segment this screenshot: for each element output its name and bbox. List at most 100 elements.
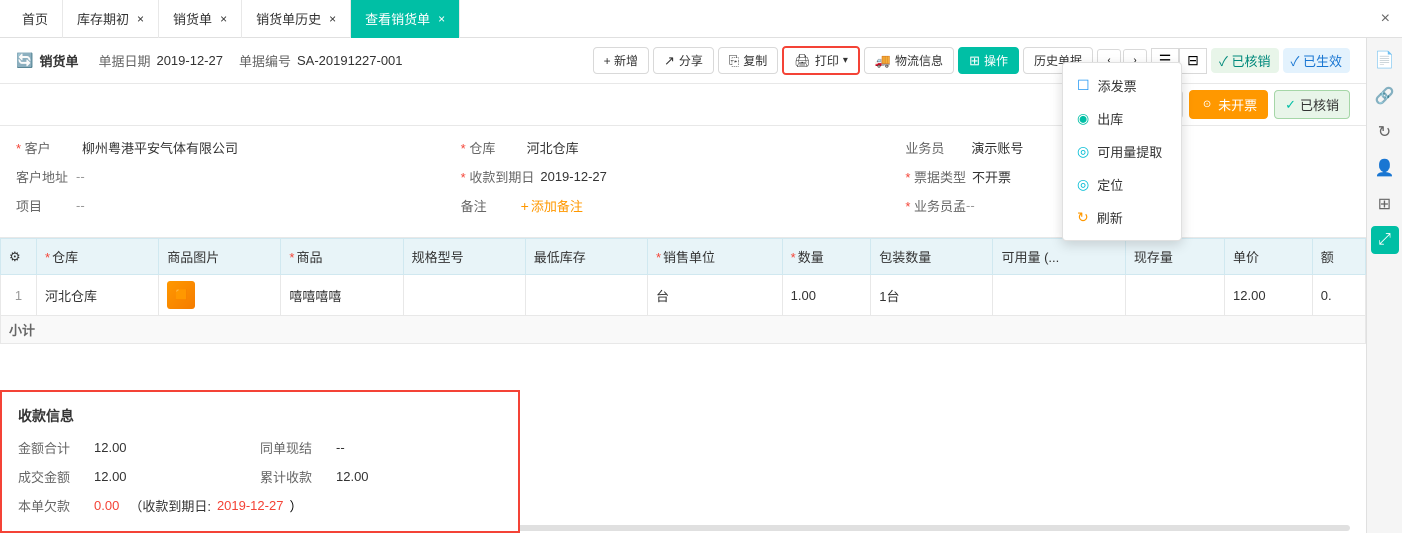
close-icon[interactable]: × [220, 12, 227, 26]
project-value: -- [76, 198, 85, 213]
tab-inventory-init[interactable]: 库存期初 × [63, 0, 159, 38]
col-min-stock: 最低库存 [525, 239, 647, 275]
document-icon: 🔄 [16, 52, 33, 69]
tab-home[interactable]: 首页 [8, 0, 63, 38]
tab-view-sales[interactable]: 查看销货单 × [351, 0, 460, 38]
add-button[interactable]: + 新增 [593, 47, 649, 74]
verified-button[interactable]: ✓ 已核销 [1274, 90, 1350, 119]
address-value: -- [76, 169, 85, 184]
not-invoiced-button[interactable]: ⊙ 未开票 [1189, 90, 1268, 119]
due-date-label: * 收款到期日 [461, 167, 535, 186]
table-header-row: ⚙ *仓库 商品图片 *商品 规格型号 最低库存 *销售单位 *数量 包装数量 … [1, 239, 1366, 275]
outbound-icon: ◉ [1077, 110, 1089, 127]
payment-owed-row: 本单欠款 0.00 （收款到期日: 2019-12-27） [18, 494, 502, 517]
col-current: 现存量 [1125, 239, 1224, 275]
document-title: 销货单 [39, 51, 78, 70]
sidebar-expand-icon[interactable]: ⤢ [1371, 226, 1399, 254]
subtotal-label: 小计 [1, 316, 1366, 344]
number-value: SA-20191227-001 [297, 53, 403, 68]
col-image: 商品图片 [159, 239, 281, 275]
row-number: 1 [1, 275, 37, 316]
add-note-button[interactable]: + 添加备注 [521, 196, 583, 215]
owed-value: 0.00 [94, 498, 119, 513]
operations-button[interactable]: ⊞ 操作 [958, 47, 1019, 74]
dropdown-refresh[interactable]: ↻ 刷新 [1063, 201, 1181, 234]
row-spec [403, 275, 525, 316]
meta-date: 单据日期 2019-12-27 [98, 51, 223, 70]
copy-button[interactable]: ⎘ 复制 [718, 47, 778, 74]
available-extract-icon: ◎ [1077, 143, 1089, 160]
sidebar-refresh-icon[interactable]: ↻ [1371, 118, 1399, 146]
tab-bar: 首页 库存期初 × 销货单 × 销货单历史 × 查看销货单 × × [0, 0, 1402, 38]
print-icon: 🖨 [794, 53, 811, 69]
row-pack-qty: 1台 [871, 275, 993, 316]
grid-view-button[interactable]: ⊟ [1179, 48, 1207, 74]
available-extract-label: 可用量提取 [1097, 142, 1162, 161]
deal-value: 12.00 [94, 469, 127, 484]
close-icon[interactable]: × [329, 12, 336, 26]
right-sidebar: 📄 🔗 ↻ 👤 ⊞ ⤢ [1366, 38, 1402, 533]
warehouse-field: * 仓库 河北仓库 [461, 138, 906, 157]
row-current [1125, 275, 1224, 316]
deal-label: 成交金额 [18, 467, 88, 486]
col-spec: 规格型号 [403, 239, 525, 275]
logistics-icon: 🚚 [875, 53, 891, 69]
row-image: 🟧 [159, 275, 281, 316]
note-label: 备注 [461, 196, 521, 215]
sidebar-user-icon[interactable]: 👤 [1371, 154, 1399, 182]
not-invoiced-icon: ⊙ [1200, 98, 1214, 112]
operations-icon: ⊞ [969, 53, 980, 69]
share-button[interactable]: ↗ 分享 [653, 47, 714, 74]
col-warehouse: *仓库 [37, 239, 159, 275]
locate-label: 定位 [1097, 175, 1123, 194]
logistics-button[interactable]: 🚚 物流信息 [864, 47, 954, 74]
total-value: 12.00 [94, 440, 127, 455]
same-settle-value: -- [336, 440, 345, 455]
customer-label: * 客户 [16, 138, 76, 157]
col-quantity: *数量 [782, 239, 871, 275]
col-product: *商品 [281, 239, 403, 275]
warehouse-label: * 仓库 [461, 138, 521, 157]
dropdown-locate[interactable]: ◎ 定位 [1063, 168, 1181, 201]
close-icon[interactable]: × [137, 12, 144, 26]
tab-sales-order[interactable]: 销货单 × [159, 0, 242, 38]
row-unit: 台 [647, 275, 782, 316]
subtotal-row: 小计 [1, 316, 1366, 344]
table-container: ⚙ *仓库 商品图片 *商品 规格型号 最低库存 *销售单位 *数量 包装数量 … [0, 238, 1366, 344]
customer-field: * 客户 柳州粤港平安气体有限公司 [16, 138, 461, 157]
product-table: ⚙ *仓库 商品图片 *商品 规格型号 最低库存 *销售单位 *数量 包装数量 … [0, 238, 1366, 344]
dropdown-outbound[interactable]: ◉ 出库 [1063, 102, 1181, 135]
sidebar-table-icon[interactable]: ⊞ [1371, 190, 1399, 218]
document-meta: 单据日期 2019-12-27 单据编号 SA-20191227-001 [98, 51, 592, 70]
tab-label: 销货单历史 [256, 9, 321, 28]
sidebar-link-icon[interactable]: 🔗 [1371, 82, 1399, 110]
project-label: 项目 [16, 196, 76, 215]
owed-label: 本单欠款 [18, 496, 88, 515]
print-button[interactable]: 🖨 打印 ▾ [782, 46, 860, 75]
window-close-button[interactable]: × [1381, 10, 1390, 28]
add-invoice-label: 添发票 [1098, 76, 1137, 95]
col-amount: 额 [1312, 239, 1365, 275]
add-note-label: 添加备注 [531, 196, 583, 215]
sidebar-document-icon[interactable]: 📄 [1371, 46, 1399, 74]
payment-grid: 金额合计 12.00 同单现结 -- 成交金额 12.00 累计收款 12.00 [18, 436, 502, 517]
dropdown-add-invoice[interactable]: ☐ 添发票 [1063, 69, 1181, 102]
payment-info-box: 收款信息 金额合计 12.00 同单现结 -- 成交金额 12.00 [0, 390, 520, 533]
close-icon[interactable]: × [438, 12, 445, 26]
payment-title: 收款信息 [18, 406, 502, 426]
due-date-field: * 收款到期日 2019-12-27 [461, 167, 906, 186]
warehouse-value: 河北仓库 [527, 138, 579, 157]
settings-icon[interactable]: ⚙ [9, 249, 21, 264]
same-settle-label: 同单现结 [260, 438, 330, 457]
col-price: 单价 [1225, 239, 1313, 275]
tab-label: 库存期初 [77, 9, 129, 28]
copy-icon: ⎘ [729, 53, 739, 69]
tab-label: 查看销货单 [365, 9, 430, 28]
col-pack-qty: 包装数量 [871, 239, 993, 275]
dropdown-available-extract[interactable]: ◎ 可用量提取 [1063, 135, 1181, 168]
col-available: 可用量 (... [993, 239, 1125, 275]
owed-note: （收款到期日: [129, 496, 211, 515]
col-unit: *销售单位 [647, 239, 782, 275]
share-icon: ↗ [664, 53, 675, 69]
tab-sales-history[interactable]: 销货单历史 × [242, 0, 351, 38]
